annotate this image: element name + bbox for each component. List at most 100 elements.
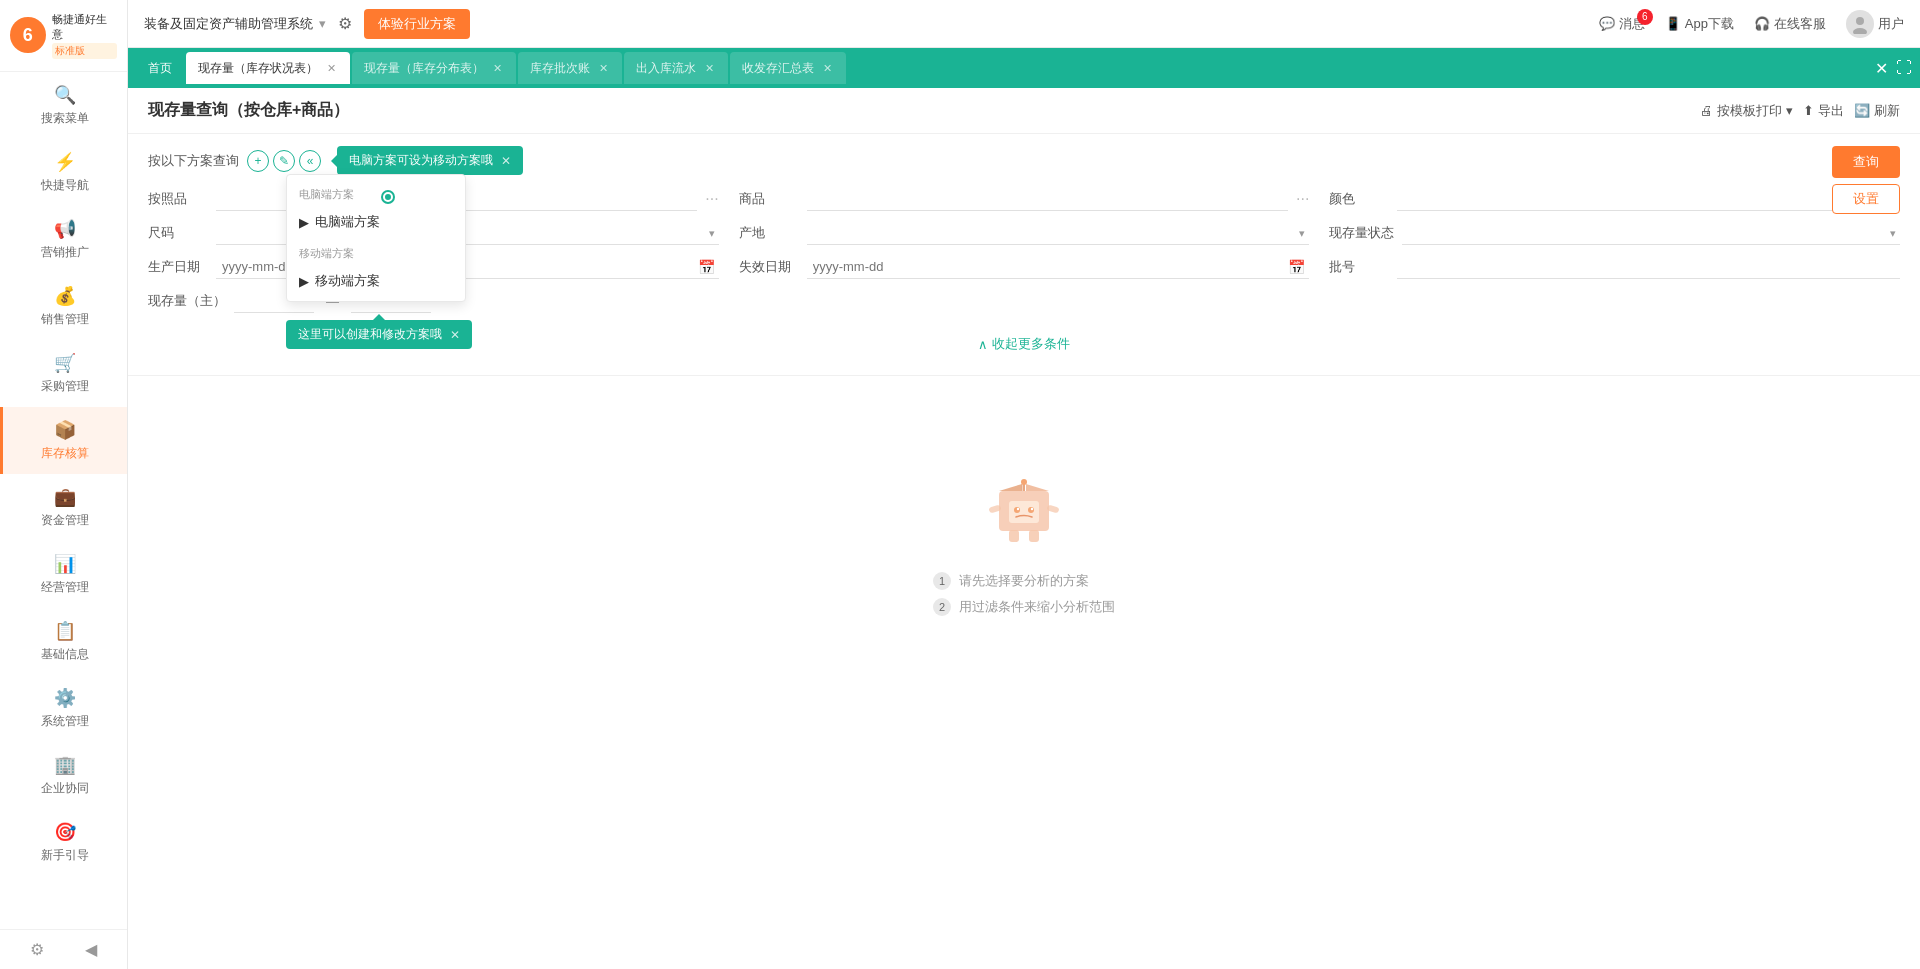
tab-close-inventory-status[interactable]: ✕ xyxy=(324,61,338,75)
sidebar-item-guide[interactable]: 🎯 新手引导 xyxy=(0,809,127,876)
sidebar-item-quick[interactable]: ⚡ 快捷导航 xyxy=(0,139,127,206)
collapse-btn[interactable]: ∧ 收起更多条件 xyxy=(978,335,1070,353)
logo-badge: 标准版 xyxy=(52,43,117,59)
sidebar-item-purchase[interactable]: 🛒 采购管理 xyxy=(0,340,127,407)
tooltip1-close[interactable]: ✕ xyxy=(501,154,511,168)
empty-illustration xyxy=(974,456,1074,556)
filter-header: 按以下方案查询 + ✎ « 电脑方案可设为移动方案哦 ✕ ··· xyxy=(148,146,1900,175)
user-menu[interactable]: 用户 xyxy=(1846,10,1904,38)
tab-batch-ledger[interactable]: 库存批次账 ✕ xyxy=(518,52,622,84)
svg-point-5 xyxy=(1014,507,1020,513)
tab-recv-send[interactable]: 收发存汇总表 ✕ xyxy=(730,52,846,84)
close-all-tabs-btn[interactable]: ✕ xyxy=(1875,59,1888,78)
filter-label-size: 尺码 xyxy=(148,224,208,242)
svg-point-1 xyxy=(1853,28,1867,34)
maximize-btn[interactable]: ⛶ xyxy=(1896,59,1912,77)
guide-icon: 🎯 xyxy=(54,821,76,843)
batch-input[interactable] xyxy=(1397,255,1900,279)
empty-tip-1: 1 请先选择要分析的方案 xyxy=(933,572,1115,590)
svg-point-10 xyxy=(1021,479,1027,485)
system-title: 装备及固定资产辅助管理系统 ▾ xyxy=(144,15,326,33)
svg-point-7 xyxy=(1017,508,1019,510)
expire-date-start-input[interactable] xyxy=(807,255,1310,279)
origin-select[interactable] xyxy=(807,221,1310,245)
prod-date-start-cal-icon[interactable]: 📅 xyxy=(698,259,715,275)
tab-close-inventory-dist[interactable]: ✕ xyxy=(490,61,504,75)
sidebar-item-search[interactable]: 🔍 搜索菜单 xyxy=(0,72,127,139)
filter-header-title: 按以下方案查询 xyxy=(148,152,239,170)
scheme-section-mobile: 移动端方案 xyxy=(287,238,465,265)
filter-label-origin: 产地 xyxy=(739,224,799,242)
scheme-item-mobile[interactable]: ▶ 移动端方案 xyxy=(287,265,465,297)
page-header: 现存量查询（按仓库+商品） 🖨 按模板打印 ▾ ⬆ 导出 🔄 刷新 xyxy=(128,88,1920,134)
message-icon: 💬 xyxy=(1599,16,1615,31)
filter-label-warehouse: 按照品 xyxy=(148,190,208,208)
filter-row-origin: 产地 xyxy=(739,221,1310,245)
page-actions: 🖨 按模板打印 ▾ ⬆ 导出 🔄 刷新 xyxy=(1700,102,1900,120)
sidebar-item-operations[interactable]: 📊 经营管理 xyxy=(0,541,127,608)
svg-rect-14 xyxy=(1029,530,1039,542)
filter-label-color: 颜色 xyxy=(1329,190,1389,208)
enterprise-icon: 🏢 xyxy=(54,754,76,776)
export-btn[interactable]: ⬆ 导出 xyxy=(1803,102,1844,120)
sidebar-item-marketing[interactable]: 📢 营销推广 xyxy=(0,206,127,273)
tab-inventory-status[interactable]: 现存量（库存状况表） ✕ xyxy=(186,52,350,84)
sidebar: 6 畅捷通好生意 标准版 🔍 搜索菜单 ⚡ 快捷导航 📢 营销推广 💰 销售管理… xyxy=(0,0,128,969)
scheme-item-pc[interactable]: ▶ 电脑端方案 xyxy=(287,206,465,238)
tab-close-in-out-flow[interactable]: ✕ xyxy=(702,61,716,75)
filter-label-goods: 商品 xyxy=(739,190,799,208)
expire-date-start-cal-icon[interactable]: 📅 xyxy=(1288,259,1305,275)
tab-home[interactable]: 首页 xyxy=(136,52,184,84)
purchase-icon: 🛒 xyxy=(54,352,76,374)
online-support-btn[interactable]: 🎧 在线客服 xyxy=(1754,15,1826,33)
sidebar-item-basic[interactable]: 📋 基础信息 xyxy=(0,608,127,675)
stock-status-select-wrapper xyxy=(1402,221,1900,245)
tooltip2-close[interactable]: ✕ xyxy=(450,328,460,342)
color-select[interactable] xyxy=(1397,187,1900,211)
filter-dots-warehouse[interactable]: ··· xyxy=(705,190,718,208)
top-right: 💬 消息 6 📱 App下载 🎧 在线客服 用户 xyxy=(1599,10,1904,38)
tab-close-recv-send[interactable]: ✕ xyxy=(820,61,834,75)
svg-point-6 xyxy=(1028,507,1034,513)
app-download-btn[interactable]: 📱 App下载 xyxy=(1665,15,1734,33)
refresh-btn[interactable]: 🔄 刷新 xyxy=(1854,102,1900,120)
sidebar-settings-btn[interactable]: ⚙ xyxy=(30,940,44,959)
back-btn[interactable]: « xyxy=(299,150,321,172)
print-btn[interactable]: 🖨 按模板打印 ▾ xyxy=(1700,102,1793,120)
empty-tips: 1 请先选择要分析的方案 2 用过滤条件来缩小分析范围 xyxy=(933,572,1115,616)
sidebar-collapse-btn[interactable]: ◀ xyxy=(85,940,97,959)
color-select-wrapper xyxy=(1397,187,1900,211)
operations-icon: 📊 xyxy=(54,553,76,575)
add-scheme-btn[interactable]: + xyxy=(247,150,269,172)
query-btn[interactable]: 查询 xyxy=(1832,146,1900,178)
filter-row-expire-date: 失效日期 📅 xyxy=(739,255,1310,279)
tab-in-out-flow[interactable]: 出入库流水 ✕ xyxy=(624,52,728,84)
scheme-item-pc-label: 电脑端方案 xyxy=(315,213,380,231)
scheme-popup: 电脑端方案 ▶ 电脑端方案 移动端方案 ▶ 移动端方案 xyxy=(286,174,466,302)
industry-btn[interactable]: 体验行业方案 xyxy=(364,9,470,39)
filter-dots-goods[interactable]: ··· xyxy=(1296,190,1309,208)
goods-input[interactable] xyxy=(807,187,1288,211)
sidebar-logo: 6 畅捷通好生意 标准版 xyxy=(0,0,127,72)
filter-row-batch: 批号 xyxy=(1329,255,1900,279)
stock-status-select[interactable] xyxy=(1402,221,1900,245)
empty-state: 1 请先选择要分析的方案 2 用过滤条件来缩小分析范围 xyxy=(128,376,1920,696)
sidebar-item-finance[interactable]: 💼 资金管理 xyxy=(0,474,127,541)
edit-scheme-btn[interactable]: ✎ xyxy=(273,150,295,172)
sidebar-item-sales[interactable]: 💰 销售管理 xyxy=(0,273,127,340)
collapse-icon: ∧ xyxy=(978,337,988,352)
sidebar-item-inventory[interactable]: 📦 库存核算 xyxy=(0,407,127,474)
sidebar-item-system[interactable]: ⚙️ 系统管理 xyxy=(0,675,127,742)
message-btn[interactable]: 💬 消息 6 xyxy=(1599,15,1645,33)
tab-close-batch-ledger[interactable]: ✕ xyxy=(596,61,610,75)
filter-label-batch: 批号 xyxy=(1329,258,1389,276)
scheme-tooltip-1: 电脑方案可设为移动方案哦 ✕ xyxy=(337,146,523,175)
filter-row-stock-status: 现存量状态 xyxy=(1329,221,1900,245)
sidebar-item-enterprise[interactable]: 🏢 企业协同 xyxy=(0,742,127,809)
scheme-section-pc: 电脑端方案 xyxy=(287,179,465,206)
filter-row-goods: 商品 ··· xyxy=(739,187,1310,211)
set-btn[interactable]: 设置 xyxy=(1832,184,1900,214)
tab-inventory-dist[interactable]: 现存量（库存分布表） ✕ xyxy=(352,52,516,84)
empty-tip-2: 2 用过滤条件来缩小分析范围 xyxy=(933,598,1115,616)
settings-icon[interactable]: ⚙ xyxy=(338,14,352,33)
